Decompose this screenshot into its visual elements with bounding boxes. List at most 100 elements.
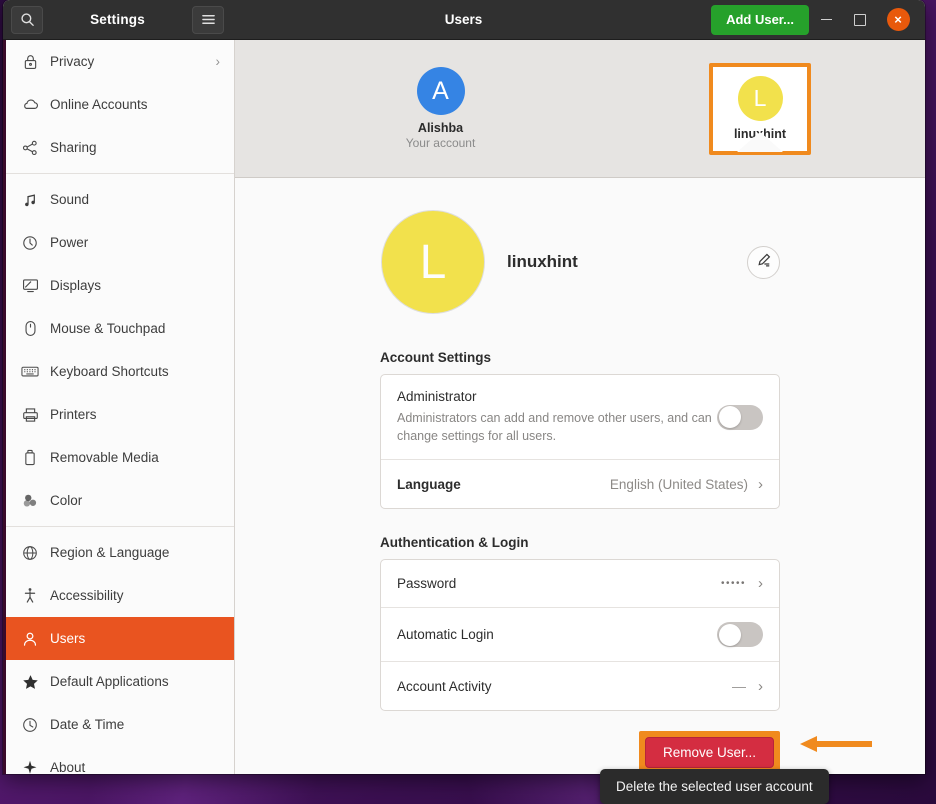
account-settings-title: Account Settings <box>380 350 492 365</box>
sidebar-divider <box>6 526 234 527</box>
sidebar-item-sound[interactable]: Sound <box>6 178 234 221</box>
sidebar-item-about[interactable]: About <box>6 746 234 774</box>
search-icon <box>20 12 35 27</box>
sidebar-item-label: Date & Time <box>50 717 125 732</box>
share-nodes-icon <box>21 139 39 157</box>
row-password[interactable]: Password ••••• › <box>381 560 779 609</box>
settings-sidebar[interactable]: Privacy › Online Accounts Sharing Sound … <box>6 40 235 774</box>
sidebar-item-label: Default Applications <box>50 674 169 689</box>
sidebar-item-default-applications[interactable]: Default Applications <box>6 660 234 703</box>
user-carousel-list: A Alishba Your account L linuxhint <box>235 61 925 156</box>
sparkle-icon <box>21 759 39 775</box>
profile-name: linuxhint <box>507 252 578 271</box>
account-settings-section: Account Settings Administrator Administr… <box>380 350 780 535</box>
row-language[interactable]: Language English (United States) › <box>381 460 779 508</box>
app-title: Settings <box>90 12 145 27</box>
selection-pointer-triangle <box>737 131 783 152</box>
sidebar-item-keyboard-shortcuts[interactable]: Keyboard Shortcuts <box>6 350 234 393</box>
remove-user-button[interactable]: Remove User... <box>644 737 774 769</box>
account-activity-text: Account Activity <box>397 679 732 694</box>
sidebar-item-label: Keyboard Shortcuts <box>50 364 169 379</box>
administrator-toggle[interactable] <box>717 404 763 430</box>
row-account-activity[interactable]: Account Activity — › <box>381 662 779 710</box>
sidebar-item-online-accounts[interactable]: Online Accounts <box>6 83 234 126</box>
users-content: A Alishba Your account L linuxhint L lin… <box>235 40 925 774</box>
user-card-linuxhint[interactable]: L linuxhint <box>709 62 811 155</box>
sidebar-item-sharing[interactable]: Sharing <box>6 126 234 169</box>
user-detail-pane: L linuxhint Account Settings Administrat… <box>235 178 925 774</box>
account-activity-label: Account Activity <box>397 678 492 694</box>
row-automatic-login: Automatic Login <box>381 608 779 663</box>
lock-icon <box>21 53 39 71</box>
password-label: Password <box>397 576 457 592</box>
settings-window: Settings Users Add User... × Privacy › O… <box>3 0 925 774</box>
minimize-icon[interactable] <box>809 3 843 37</box>
sidebar-item-label: Online Accounts <box>50 97 148 112</box>
chevron-right-icon: › <box>758 475 763 493</box>
printer-icon <box>21 406 39 424</box>
user-icon <box>21 630 39 648</box>
sidebar-item-date-time[interactable]: Date & Time <box>6 703 234 746</box>
sidebar-item-printers[interactable]: Printers <box>6 393 234 436</box>
administrator-description: Administrators can add and remove other … <box>397 411 712 444</box>
music-note-icon <box>21 191 39 209</box>
chevron-right-icon: › <box>758 575 763 593</box>
sidebar-item-label: Users <box>50 631 86 646</box>
authentication-card: Password ••••• › Automatic Login Account… <box>380 559 780 712</box>
accessibility-person-icon <box>21 587 39 605</box>
sidebar-item-privacy[interactable]: Privacy › <box>6 40 234 83</box>
mouse-icon <box>21 320 39 338</box>
sidebar-item-label: Accessibility <box>50 588 124 603</box>
profile-header: L linuxhint <box>380 210 780 314</box>
administrator-text: Administrator Administrators can add and… <box>397 389 717 445</box>
sidebar-item-power[interactable]: Power <box>6 221 234 264</box>
edit-profile-button[interactable] <box>747 245 780 279</box>
account-settings-card: Administrator Administrators can add and… <box>380 374 780 510</box>
sidebar-item-accessibility[interactable]: Accessibility <box>6 574 234 617</box>
avatar: A <box>416 67 465 115</box>
user-carousel: A Alishba Your account L linuxhint <box>235 40 925 178</box>
remove-user-area: Remove User... <box>380 731 780 774</box>
authentication-title: Authentication & Login <box>380 535 529 551</box>
pencil-edit-icon <box>756 252 772 273</box>
authentication-section: Authentication & Login Password ••••• › … <box>380 535 780 737</box>
titlebar-right-section: Users Add User... × <box>232 0 925 39</box>
sidebar-item-mouse-touchpad[interactable]: Mouse & Touchpad <box>6 307 234 350</box>
sidebar-item-label: Printers <box>50 407 97 422</box>
sidebar-item-users[interactable]: Users <box>6 617 234 660</box>
keyboard-icon <box>21 363 39 381</box>
close-icon[interactable]: × <box>881 3 915 37</box>
sidebar-divider <box>6 173 234 174</box>
window-body: Privacy › Online Accounts Sharing Sound … <box>3 40 925 774</box>
title-bar: Settings Users Add User... × <box>3 0 925 40</box>
password-text: Password <box>397 576 721 591</box>
add-user-button[interactable]: Add User... <box>711 4 809 35</box>
row-administrator: Administrator Administrators can add and… <box>381 375 779 461</box>
chevron-right-icon: › <box>215 54 221 69</box>
automatic-login-label: Automatic Login <box>397 627 494 643</box>
sidebar-item-label: Mouse & Touchpad <box>50 321 166 336</box>
titlebar-left-section: Settings <box>3 0 232 39</box>
language-value: English (United States) <box>609 476 748 492</box>
globe-icon <box>21 544 39 562</box>
sidebar-item-region-language[interactable]: Region & Language <box>6 531 234 574</box>
sidebar-item-color[interactable]: Color <box>6 479 234 522</box>
profile-avatar[interactable]: L <box>381 210 485 314</box>
language-text: Language <box>397 477 610 492</box>
sidebar-item-displays[interactable]: Displays <box>6 264 234 307</box>
sidebar-item-label: Region & Language <box>50 545 170 560</box>
usb-drive-icon <box>21 449 39 467</box>
sidebar-item-label: About <box>50 760 86 774</box>
close-glyph: × <box>886 8 910 31</box>
user-card-name: Alishba <box>417 121 464 135</box>
user-card-alishba[interactable]: A Alishba Your account <box>353 61 528 156</box>
administrator-label: Administrator <box>397 389 477 404</box>
automatic-login-toggle[interactable] <box>717 622 763 648</box>
sidebar-item-removable-media[interactable]: Removable Media <box>6 436 234 479</box>
search-button[interactable] <box>11 5 43 34</box>
maximize-icon[interactable] <box>843 3 877 37</box>
color-circles-icon <box>21 492 39 510</box>
toggle-knob <box>718 623 741 646</box>
cloud-icon <box>21 96 39 114</box>
menu-button[interactable] <box>192 5 224 34</box>
